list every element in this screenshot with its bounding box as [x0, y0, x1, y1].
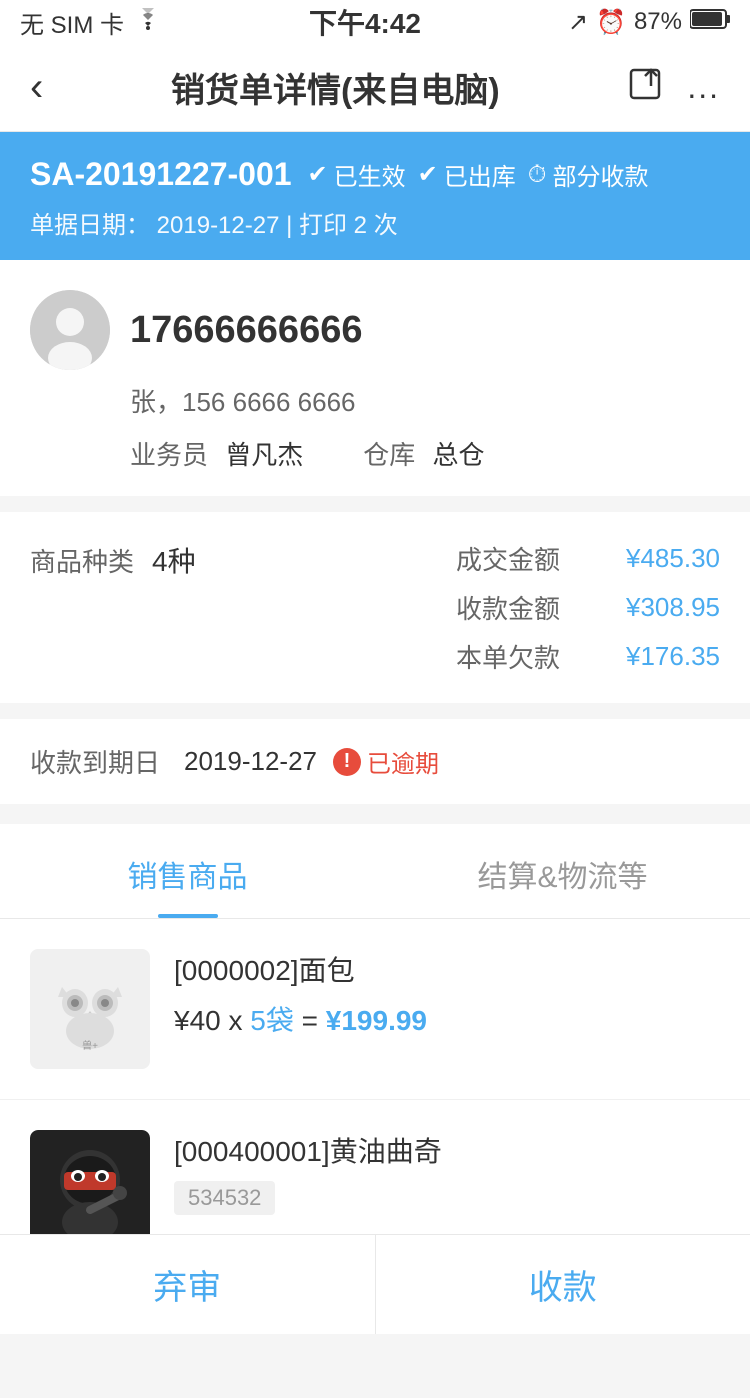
- product-info-1: [0000002]面包 ¥40 x 5袋 = ¥199.99: [174, 949, 720, 1039]
- product-name-2: [000400001]黄油曲奇: [174, 1130, 720, 1170]
- sim-status: 无 SIM 卡: [20, 5, 124, 40]
- alarm-icon: ⏰: [596, 8, 626, 37]
- product-thumb-1: 兽+: [30, 949, 150, 1069]
- product-tag-2: 534532: [174, 1181, 275, 1215]
- tabs-section: 销售商品 结算&物流等: [0, 824, 750, 919]
- order-header-top: SA-20191227-001 ✔ 已生效 ✔ 已出库 ⏱ 部分收款: [30, 156, 720, 193]
- nav-bar: ‹ 销货单详情(来自电脑) ...: [0, 44, 750, 132]
- customer-meta: 业务员 曾凡杰 仓库 总仓: [130, 435, 720, 472]
- amounts-section: 商品种类 4种 成交金额 ¥485.30 收款金额 ¥308.95 本单欠款 ¥…: [0, 512, 750, 703]
- status-badges: ✔ 已生效 ✔ 已出库 ⏱ 部分收款: [308, 157, 649, 192]
- avatar: [30, 290, 110, 370]
- location-icon: ↗: [568, 8, 588, 37]
- amounts-row: 商品种类 4种 成交金额 ¥485.30 收款金额 ¥308.95 本单欠款 ¥…: [30, 540, 720, 675]
- status-bar: 无 SIM 卡 下午4:42 ↗ ⏰ 87%: [0, 0, 750, 44]
- status-shipped: ✔ 已出库: [418, 157, 516, 192]
- bottom-bar: 弃审 收款: [0, 1234, 750, 1334]
- salesperson-row: 业务员 曾凡杰: [130, 435, 303, 472]
- due-date-section: 收款到期日 2019-12-27 ! 已逾期: [0, 719, 750, 804]
- due-date-label: 收款到期日: [30, 743, 160, 780]
- tabs-row: 销售商品 结算&物流等: [0, 824, 750, 919]
- nav-actions: ...: [627, 66, 720, 110]
- customer-name-phone: 张，156 6666 6666: [130, 382, 720, 419]
- product-thumb-2: [30, 1130, 150, 1250]
- svg-text:兽+: 兽+: [82, 1039, 98, 1052]
- overdue-icon: !: [333, 748, 361, 776]
- wifi-icon: [134, 8, 162, 37]
- overdue-badge: ! 已逾期: [333, 744, 439, 779]
- check-icon-1: ✔: [308, 160, 328, 189]
- battery-text: 87%: [634, 8, 682, 36]
- product-item: 兽+ [0000002]面包 ¥40 x 5袋 = ¥199.99: [0, 919, 750, 1100]
- customer-phone: 17666666666: [130, 309, 362, 352]
- status-left: 无 SIM 卡: [20, 5, 162, 40]
- check-icon-2: ✔: [418, 160, 438, 189]
- status-time: 下午4:42: [309, 2, 421, 42]
- deal-amount: 成交金额 ¥485.30: [456, 540, 720, 577]
- more-icon[interactable]: ...: [687, 69, 720, 106]
- received-amount: 收款金额 ¥308.95: [456, 589, 720, 626]
- customer-section: 17666666666 张，156 6666 6666 业务员 曾凡杰 仓库 总…: [0, 260, 750, 496]
- overdue-text: 已逾期: [367, 744, 439, 779]
- tab-sales[interactable]: 销售商品: [0, 824, 375, 918]
- amount-right: 成交金额 ¥485.30 收款金额 ¥308.95 本单欠款 ¥176.35: [456, 540, 720, 675]
- status-right: ↗ ⏰ 87%: [568, 8, 730, 37]
- status-effected: ✔ 已生效: [308, 157, 406, 192]
- order-date-row: 单据日期： 2019-12-27 | 打印 2 次: [30, 205, 720, 240]
- order-id: SA-20191227-001: [30, 156, 292, 193]
- status-partial-payment: ⏱ 部分收款: [528, 157, 649, 192]
- order-header: SA-20191227-001 ✔ 已生效 ✔ 已出库 ⏱ 部分收款 单据日期：…: [0, 132, 750, 260]
- page-title: 销货单详情(来自电脑): [171, 63, 500, 112]
- cancel-button[interactable]: 弃审: [0, 1235, 376, 1334]
- due-date-value: 2019-12-27: [184, 746, 317, 777]
- product-name-1: [0000002]面包: [174, 949, 720, 989]
- tab-settlement[interactable]: 结算&物流等: [375, 824, 750, 918]
- owed-amount: 本单欠款 ¥176.35: [456, 638, 720, 675]
- clock-icon: ⏱: [528, 161, 547, 189]
- customer-top: 17666666666: [30, 290, 720, 370]
- tab-underline: [158, 914, 218, 918]
- warehouse-row: 仓库 总仓: [363, 435, 484, 472]
- share-icon[interactable]: [627, 66, 663, 110]
- product-price-1: ¥40 x 5袋 = ¥199.99: [174, 999, 720, 1039]
- confirm-button[interactable]: 收款: [376, 1235, 750, 1334]
- category-count: 商品种类 4种: [30, 540, 196, 580]
- battery-icon: [690, 8, 730, 37]
- back-button[interactable]: ‹: [30, 65, 43, 110]
